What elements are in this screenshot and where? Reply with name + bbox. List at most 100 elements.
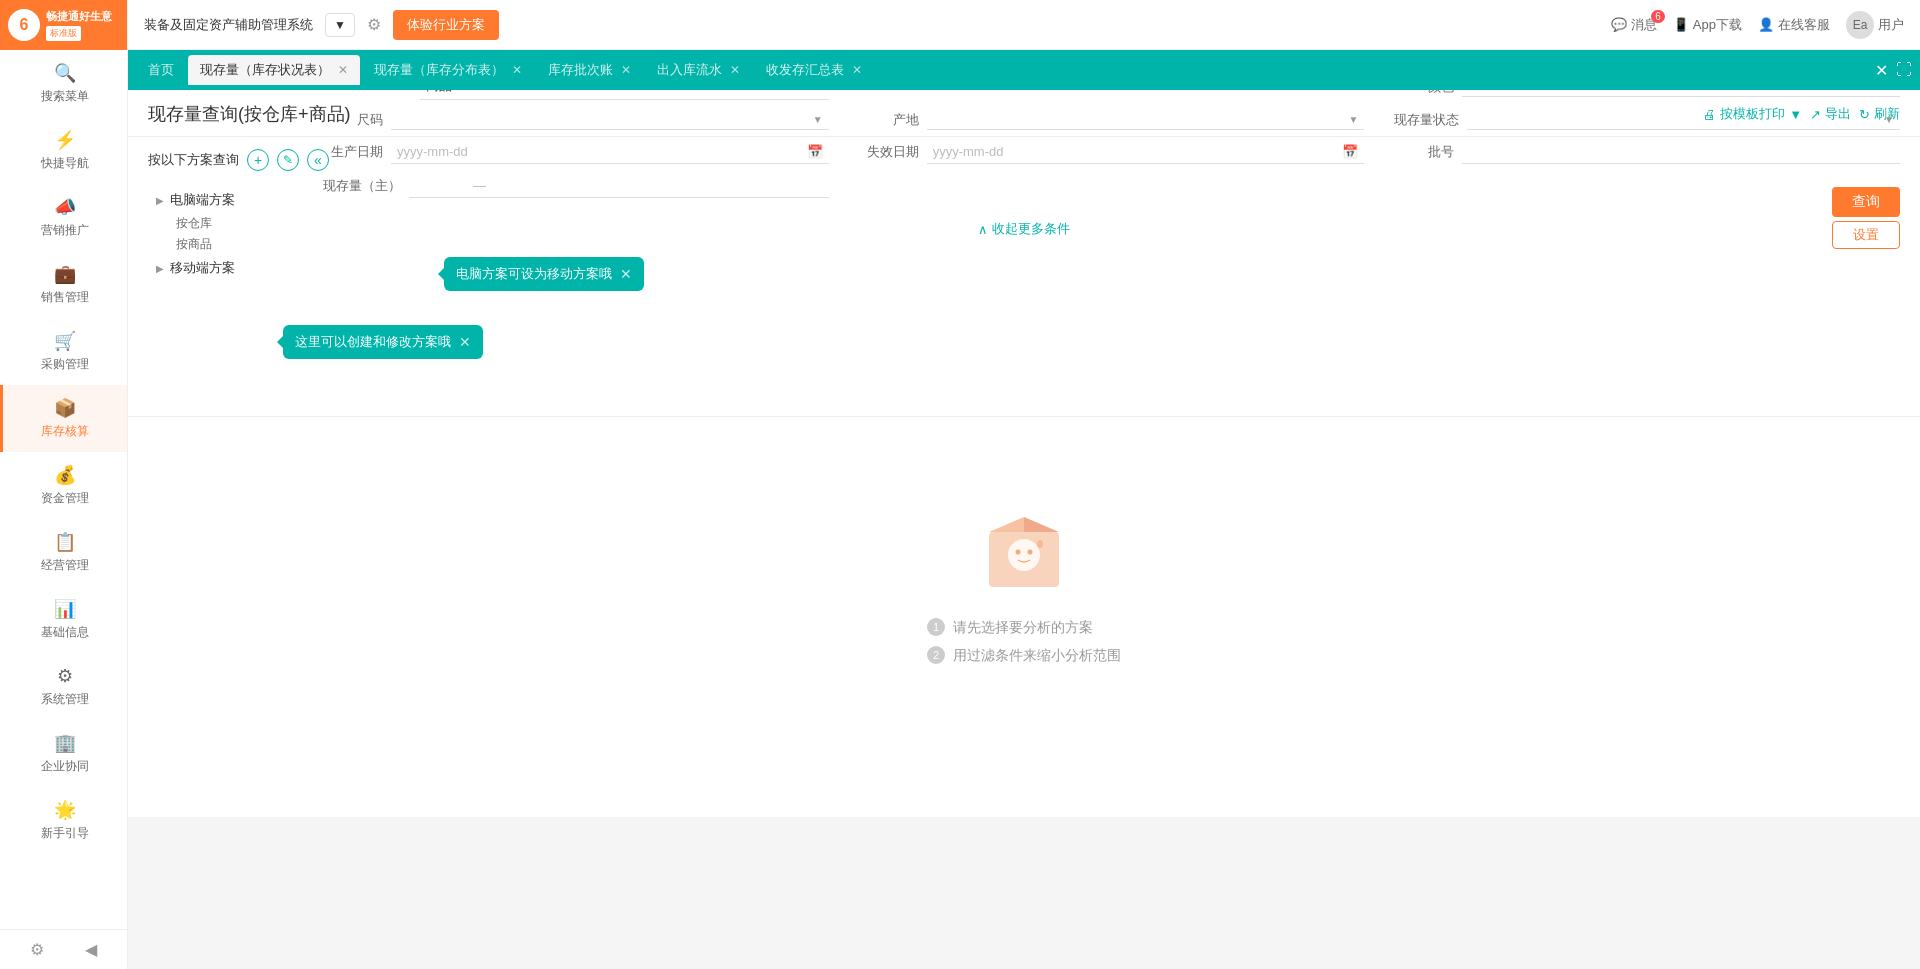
exp-date-field[interactable]: yyyy-mm-dd 📅	[927, 140, 1365, 164]
filter-row-batch: 批号	[1394, 140, 1900, 164]
filter-row-stock-status: 现存量状态 ▼	[1394, 110, 1900, 130]
sidebar-item-base[interactable]: 📊 基础信息	[0, 586, 127, 653]
tab-batch-ledger[interactable]: 库存批次账 ✕	[536, 55, 643, 85]
edit-scheme-btn[interactable]: ✎	[277, 149, 299, 171]
scheme-item-mobile[interactable]: ▶ 移动端方案	[148, 255, 308, 281]
product-field[interactable]: 商品 ···	[420, 90, 828, 100]
stock-main-min[interactable]	[409, 174, 469, 197]
exp-date-calendar-icon[interactable]: 📅	[1342, 144, 1358, 159]
tab-close-inventory-dist[interactable]: ✕	[512, 63, 522, 77]
empty-state-container: 1 请先选择要分析的方案 2 用过滤条件来缩小分析范围	[128, 417, 1920, 817]
topbar: 装备及固定资产辅助管理系统 ▼ ⚙ 体验行业方案 💬 消息 6 📱 App下载 …	[128, 0, 1920, 50]
tab-in-out[interactable]: 出入库流水 ✕	[645, 55, 752, 85]
filter-row-stock-main: 现存量（主） —	[323, 174, 829, 198]
shortcut-icon: ⚡	[54, 129, 76, 151]
product-dots2[interactable]: ···	[803, 90, 823, 94]
sidebar-item-guide[interactable]: 🌟 新手引导	[0, 787, 127, 854]
message-btn[interactable]: 💬 消息 6	[1611, 16, 1657, 34]
content-area: 现存量查询(按仓库+商品) 🖨 按模板打印 ▼ ↗ 导出 ↻ 刷新	[128, 90, 1920, 969]
origin-field[interactable]: ▼	[927, 110, 1365, 130]
size-field[interactable]: ▼	[391, 110, 829, 130]
sidebar-item-shortcut[interactable]: ⚡ 快捷导航	[0, 117, 127, 184]
tab-close-batch-ledger[interactable]: ✕	[621, 63, 631, 77]
tooltip-edit-scheme: 这里可以创建和修改方案哦 ✕	[283, 325, 483, 359]
scheme-list: ▶ 电脑端方案 按仓库 按商品 ▶ 移动端方案	[148, 187, 308, 281]
scheme-arrow: ▶	[156, 195, 164, 206]
scheme-sub-item: 按仓库 按商品	[148, 213, 308, 255]
tooltip-edit-close[interactable]: ✕	[459, 334, 471, 350]
industry-btn[interactable]: 体验行业方案	[393, 10, 499, 40]
tab-close-all[interactable]: ✕	[1875, 61, 1888, 80]
batch-input[interactable]	[1462, 140, 1900, 164]
stock-status-dropdown-icon: ▼	[1884, 114, 1894, 125]
empty-state-illustration	[969, 497, 1079, 597]
tab-close-in-out[interactable]: ✕	[730, 63, 740, 77]
svg-point-4	[1016, 550, 1021, 555]
main-area: 装备及固定资产辅助管理系统 ▼ ⚙ 体验行业方案 💬 消息 6 📱 App下载 …	[128, 0, 1920, 969]
sidebar-item-enterprise[interactable]: 🏢 企业协同	[0, 720, 127, 787]
tab-inventory-status[interactable]: 现存量（库存状况表） ✕	[188, 55, 360, 85]
sidebar: 6 畅捷通好生意 标准版 🔍 搜索菜单 ⚡ 快捷导航 📣 营销推广 💼 销售管理…	[0, 0, 128, 969]
sidebar-item-inventory[interactable]: 📦 库存核算	[0, 385, 127, 452]
add-scheme-btn[interactable]: +	[247, 149, 269, 171]
guide-icon: 🌟	[54, 799, 76, 821]
user-menu[interactable]: Ea 用户	[1846, 11, 1904, 39]
empty-tips: 1 请先选择要分析的方案 2 用过滤条件来缩小分析范围	[927, 613, 1121, 669]
filter-fields: ··· 商品 ··· 颜色 ▼	[323, 90, 1900, 198]
tooltip-add-close[interactable]: ✕	[620, 266, 632, 282]
tab-expand[interactable]: ⛶	[1896, 61, 1912, 80]
tabbar: 首页 现存量（库存状况表） ✕ 现存量（库存分布表） ✕ 库存批次账 ✕ 出入库…	[128, 50, 1920, 90]
search-btn[interactable]: 查询	[1832, 187, 1900, 217]
sidebar-item-marketing[interactable]: 📣 营销推广	[0, 184, 127, 251]
prod-date-field[interactable]: yyyy-mm-dd 📅	[391, 140, 829, 164]
support-icon: 👤	[1758, 17, 1774, 32]
sidebar-item-operations[interactable]: 📋 经营管理	[0, 519, 127, 586]
filter-panel: 按以下方案查询 + ✎ « ▶ 电脑端方案 按仓库 按	[128, 137, 1920, 417]
app-download-btn[interactable]: 📱 App下载	[1673, 16, 1742, 34]
finance-icon: 💰	[54, 464, 76, 486]
filter-row-size: 尺码 ▼	[323, 110, 829, 130]
step-num-1: 1	[927, 618, 945, 636]
color-field[interactable]: ▼	[1462, 90, 1900, 97]
system-select[interactable]: ▼	[325, 13, 355, 37]
sidebar-item-system[interactable]: ⚙ 系统管理	[0, 653, 127, 720]
set-btn[interactable]: 设置	[1832, 221, 1900, 249]
sidebar-item-sales[interactable]: 💼 销售管理	[0, 251, 127, 318]
prod-date-calendar-icon[interactable]: 📅	[807, 144, 823, 159]
scheme-item-desktop[interactable]: ▶ 电脑端方案	[148, 187, 308, 213]
sidebar-logo: 6 畅捷通好生意 标准版	[0, 0, 127, 50]
filter-row-origin: 产地 ▼	[859, 110, 1365, 130]
scheme-sub-label: 按仓库	[168, 213, 308, 234]
tab-inventory-dist[interactable]: 现存量（库存分布表） ✕	[362, 55, 534, 85]
sidebar-nav: 🔍 搜索菜单 ⚡ 快捷导航 📣 营销推广 💼 销售管理 🛒 采购管理 📦 库存核…	[0, 50, 127, 929]
edit-icon: ✎	[283, 153, 293, 167]
purchase-icon: 🛒	[54, 330, 76, 352]
sidebar-item-search[interactable]: 🔍 搜索菜单	[0, 50, 127, 117]
collapse-more-btn[interactable]: ∧ 收起更多条件	[148, 208, 1900, 250]
sidebar-item-purchase[interactable]: 🛒 采购管理	[0, 318, 127, 385]
settings-gear-icon[interactable]: ⚙	[367, 15, 381, 34]
stock-main-max[interactable]	[490, 174, 550, 197]
online-support-btn[interactable]: 👤 在线客服	[1758, 16, 1830, 34]
empty-tip-2: 2 用过滤条件来缩小分析范围	[927, 641, 1121, 669]
origin-dropdown-icon: ▼	[1348, 114, 1358, 125]
inventory-icon: 📦	[54, 397, 76, 419]
sidebar-collapse-btn[interactable]: ◀	[85, 940, 97, 959]
sales-icon: 💼	[54, 263, 76, 285]
system-icon: ⚙	[57, 665, 73, 687]
plus-icon: +	[254, 152, 262, 168]
tab-close-inventory-status[interactable]: ✕	[338, 63, 348, 77]
sidebar-settings-btn[interactable]: ⚙	[30, 940, 44, 959]
product-dots[interactable]: ···	[391, 90, 412, 96]
marketing-icon: 📣	[54, 196, 76, 218]
svg-point-5	[1028, 550, 1033, 555]
enterprise-icon: 🏢	[54, 732, 76, 754]
svg-marker-2	[1024, 517, 1059, 532]
stock-status-field[interactable]: ▼	[1467, 110, 1900, 130]
filter-row-color: 颜色 ▼	[1394, 90, 1900, 100]
tab-home[interactable]: 首页	[136, 55, 186, 85]
tab-close-collect[interactable]: ✕	[852, 63, 862, 77]
sidebar-item-finance[interactable]: 💰 资金管理	[0, 452, 127, 519]
tab-collect[interactable]: 收发存汇总表 ✕	[754, 55, 874, 85]
empty-state: 1 请先选择要分析的方案 2 用过滤条件来缩小分析范围	[128, 417, 1920, 749]
